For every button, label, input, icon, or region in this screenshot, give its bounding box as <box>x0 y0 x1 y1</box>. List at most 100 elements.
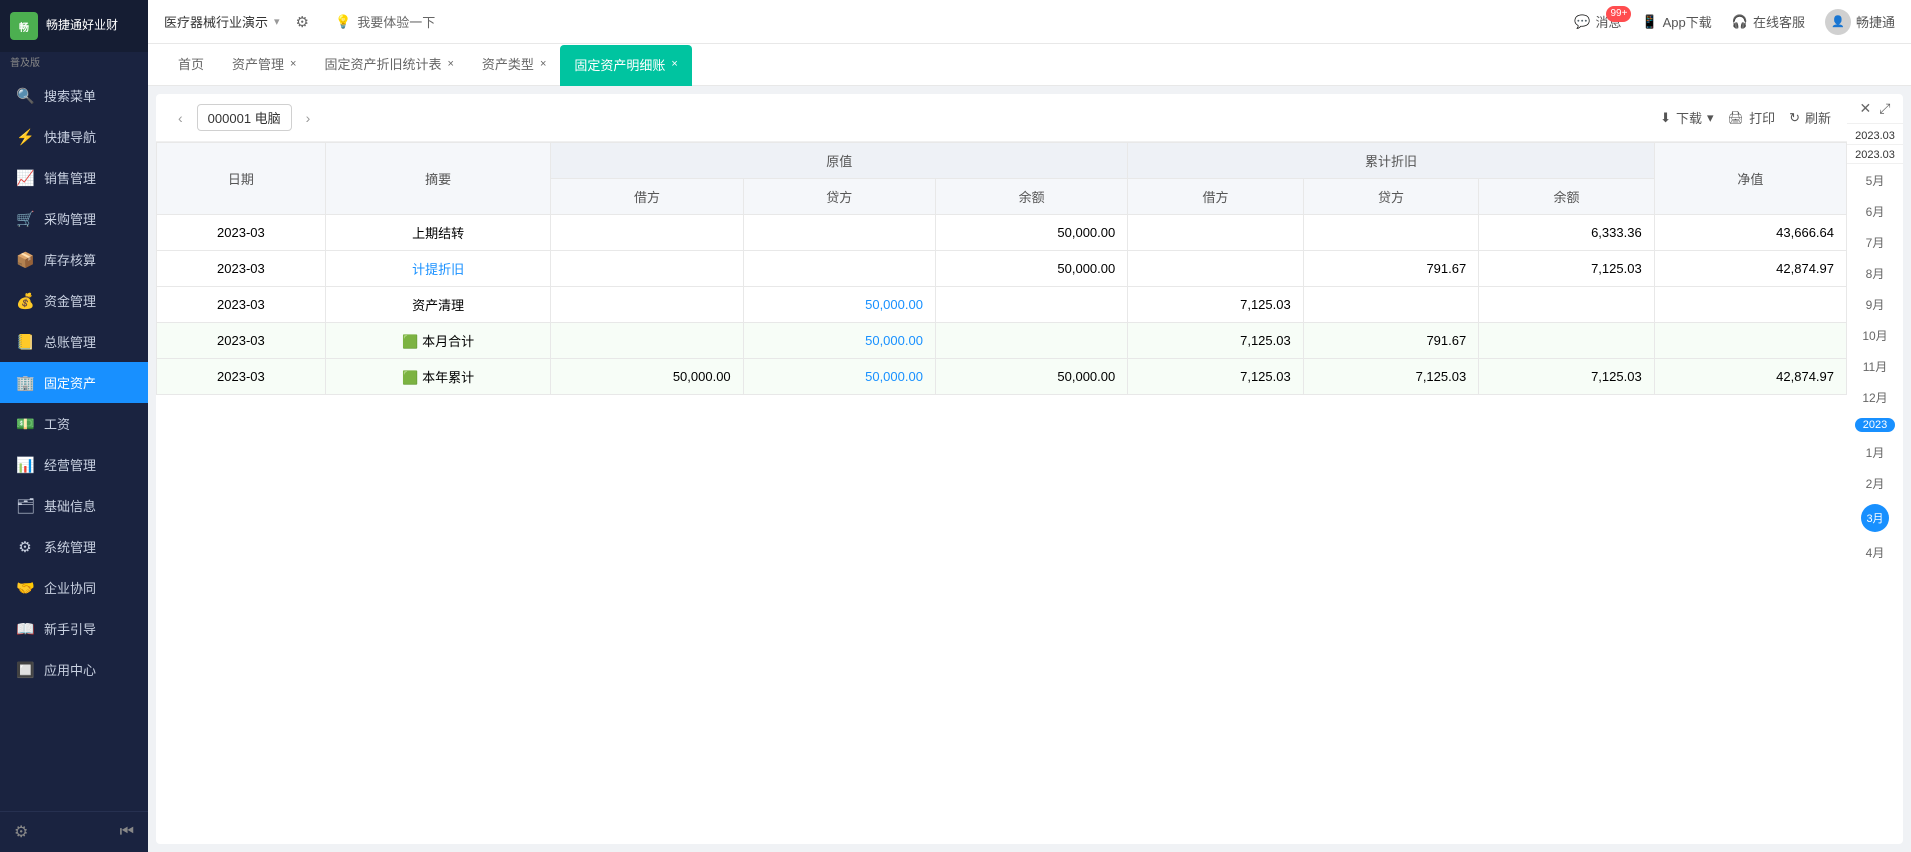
sales-icon: 📈 <box>16 169 34 187</box>
prev-asset-icon[interactable]: ‹ <box>172 108 189 128</box>
sidebar-label-guide: 新手引导 <box>44 619 96 638</box>
tab-depreciation-stats[interactable]: 固定资产折旧统计表 × <box>310 44 467 85</box>
service-icon: 🎧 <box>1732 14 1748 30</box>
next-asset-icon[interactable]: › <box>300 108 317 128</box>
th-orig-credit: 贷方 <box>743 179 935 215</box>
sidebar-item-apps[interactable]: 🔲 应用中心 <box>0 649 148 690</box>
topbar: 医疗器械行业演示 ▾ ⚙ 💡 我要体验一下 💬 消息 99+ 📱 App下载 🎧… <box>148 0 1911 44</box>
cell-summary: 上期结转 <box>325 215 551 251</box>
system-icon: ⚙ <box>16 538 34 556</box>
tab-home[interactable]: 首页 <box>164 44 218 85</box>
timeline-month-11月[interactable]: 11月 <box>1847 352 1903 381</box>
timeline-year-badge[interactable]: 2023 <box>1855 418 1895 432</box>
basic-icon: 🗂 <box>16 497 34 515</box>
cell-summary: 🟩本年累计 <box>325 359 551 395</box>
close-panel-icon[interactable]: ✕ <box>1860 100 1872 117</box>
timeline-month-8月[interactable]: 8月 <box>1847 259 1903 288</box>
username: 畅捷通 <box>1856 12 1895 31</box>
cell-net-value: 43,666.64 <box>1654 215 1846 251</box>
cell-accum-balance <box>1479 323 1654 359</box>
sidebar-item-guide[interactable]: 📖 新手引导 <box>0 608 148 649</box>
topbar-right: 💬 消息 99+ 📱 App下载 🎧 在线客服 👤 畅捷通 <box>1574 9 1895 35</box>
cell-accum-debit <box>1128 251 1303 287</box>
tab-close-icon[interactable]: × <box>290 58 296 70</box>
sidebar-item-purchase[interactable]: 🛒 采购管理 <box>0 198 148 239</box>
sidebar-item-sales[interactable]: 📈 销售管理 <box>0 157 148 198</box>
cell-orig-debit <box>551 251 743 287</box>
app-download-btn[interactable]: 📱 App下载 <box>1641 12 1711 31</box>
timeline-month-1月[interactable]: 1月 <box>1847 438 1903 467</box>
timeline-month-12月[interactable]: 12月 <box>1847 383 1903 412</box>
table-row: 2023-03 计提折旧 50,000.00 791.67 7,125.03 4… <box>157 251 1847 287</box>
table-row: 2023-03 🟩本月合计 50,000.00 7,125.03 791.67 <box>157 323 1847 359</box>
refresh-btn[interactable]: ↻ 刷新 <box>1789 108 1831 127</box>
sidebar-item-inventory[interactable]: 📦 库存核算 <box>0 239 148 280</box>
cell-orig-credit: 50,000.00 <box>743 359 935 395</box>
sidebar-label-system: 系统管理 <box>44 537 96 556</box>
sidebar-item-basic[interactable]: 🗂 基础信息 <box>0 485 148 526</box>
download-arrow-icon: ▾ <box>1707 110 1714 126</box>
cell-summary: 资产清理 <box>325 287 551 323</box>
experience-button[interactable]: 💡 我要体验一下 <box>325 8 445 35</box>
asset-code-tag[interactable]: 000001 电脑 <box>197 104 292 131</box>
sidebar-logo: 畅 畅捷通好业财 <box>0 0 148 52</box>
download-icon: 📱 <box>1641 14 1657 30</box>
sidebar-label-quicknav: 快捷导航 <box>44 127 96 146</box>
th-accum-debit: 借方 <box>1128 179 1303 215</box>
cell-accum-debit: 7,125.03 <box>1128 359 1303 395</box>
edition-label: 普及版 <box>0 52 148 75</box>
cell-date: 2023-03 <box>157 359 326 395</box>
sidebar-item-search[interactable]: 🔍 搜索菜单 <box>0 75 148 116</box>
asset-nav-bar: ‹ 000001 电脑 › ⬇ 下载 ▾ 🖨 打印 ↻ 刷新 <box>156 94 1847 142</box>
sidebar-item-operations[interactable]: 📊 经营管理 <box>0 444 148 485</box>
sidebar-item-collab[interactable]: 🤝 企业协同 <box>0 567 148 608</box>
tab-close-icon[interactable]: × <box>671 58 677 70</box>
cell-date: 2023-03 <box>157 215 326 251</box>
tab-asset-type[interactable]: 资产类型 × <box>468 44 560 85</box>
sidebar-item-funds[interactable]: 💰 资金管理 <box>0 280 148 321</box>
timeline-month-2月[interactable]: 2月 <box>1847 469 1903 498</box>
th-accum-credit: 贷方 <box>1303 179 1478 215</box>
sidebar-item-ledger[interactable]: 📒 总账管理 <box>0 321 148 362</box>
tab-fixed-asset-detail[interactable]: 固定资产明细账 × <box>560 45 691 86</box>
content-area: ‹ 000001 电脑 › ⬇ 下载 ▾ 🖨 打印 ↻ 刷新 <box>156 94 1903 844</box>
timeline-month-3月[interactable]: 3月 <box>1861 504 1889 532</box>
th-accumulated-depreciation: 累计折旧 <box>1128 143 1654 179</box>
collapse-icon[interactable]: ⏮ <box>120 823 134 841</box>
settings-gear-icon[interactable]: ⚙ <box>296 13 309 31</box>
messages-btn[interactable]: 💬 消息 99+ <box>1574 12 1621 31</box>
sidebar-item-system[interactable]: ⚙ 系统管理 <box>0 526 148 567</box>
timeline-month-6月[interactable]: 6月 <box>1847 197 1903 226</box>
cell-orig-debit <box>551 287 743 323</box>
settings-icon[interactable]: ⚙ <box>14 822 28 842</box>
user-menu[interactable]: 👤 畅捷通 <box>1825 9 1895 35</box>
sidebar-item-wages[interactable]: 💵 工资 <box>0 403 148 444</box>
cell-orig-debit <box>551 215 743 251</box>
wages-icon: 💵 <box>16 415 34 433</box>
timeline-month-10月[interactable]: 10月 <box>1847 321 1903 350</box>
timeline-month-5月[interactable]: 5月 <box>1847 166 1903 195</box>
tab-close-icon[interactable]: × <box>447 58 453 70</box>
tab-asset-management[interactable]: 资产管理 × <box>218 44 310 85</box>
download-btn[interactable]: ⬇ 下载 ▾ <box>1660 108 1713 127</box>
collab-icon: 🤝 <box>16 579 34 597</box>
company-selector[interactable]: 医疗器械行业演示 ▾ <box>164 12 280 31</box>
timeline-month-9月[interactable]: 9月 <box>1847 290 1903 319</box>
sidebar-item-quicknav[interactable]: ⚡ 快捷导航 <box>0 116 148 157</box>
online-service-btn[interactable]: 🎧 在线客服 <box>1732 12 1805 31</box>
tab-close-icon[interactable]: × <box>540 58 546 70</box>
timeline-month-7月[interactable]: 7月 <box>1847 228 1903 257</box>
expand-panel-icon[interactable]: ⤢ <box>1879 100 1890 117</box>
print-btn[interactable]: 🖨 打印 <box>1728 108 1776 127</box>
sidebar-item-fixed[interactable]: 🏢 固定资产 <box>0 362 148 403</box>
timeline-month-4月[interactable]: 4月 <box>1847 538 1903 567</box>
cell-net-value <box>1654 323 1846 359</box>
th-date: 日期 <box>157 143 326 215</box>
cell-summary: 计提折旧 <box>325 251 551 287</box>
sidebar-label-purchase: 采购管理 <box>44 209 96 228</box>
cell-net-value <box>1654 287 1846 323</box>
cell-accum-debit <box>1128 215 1303 251</box>
sidebar: 畅 畅捷通好业财 普及版 🔍 搜索菜单 ⚡ 快捷导航 📈 销售管理 🛒 采购管理… <box>0 0 148 852</box>
cell-accum-credit: 791.67 <box>1303 323 1478 359</box>
cell-summary: 🟩本月合计 <box>325 323 551 359</box>
